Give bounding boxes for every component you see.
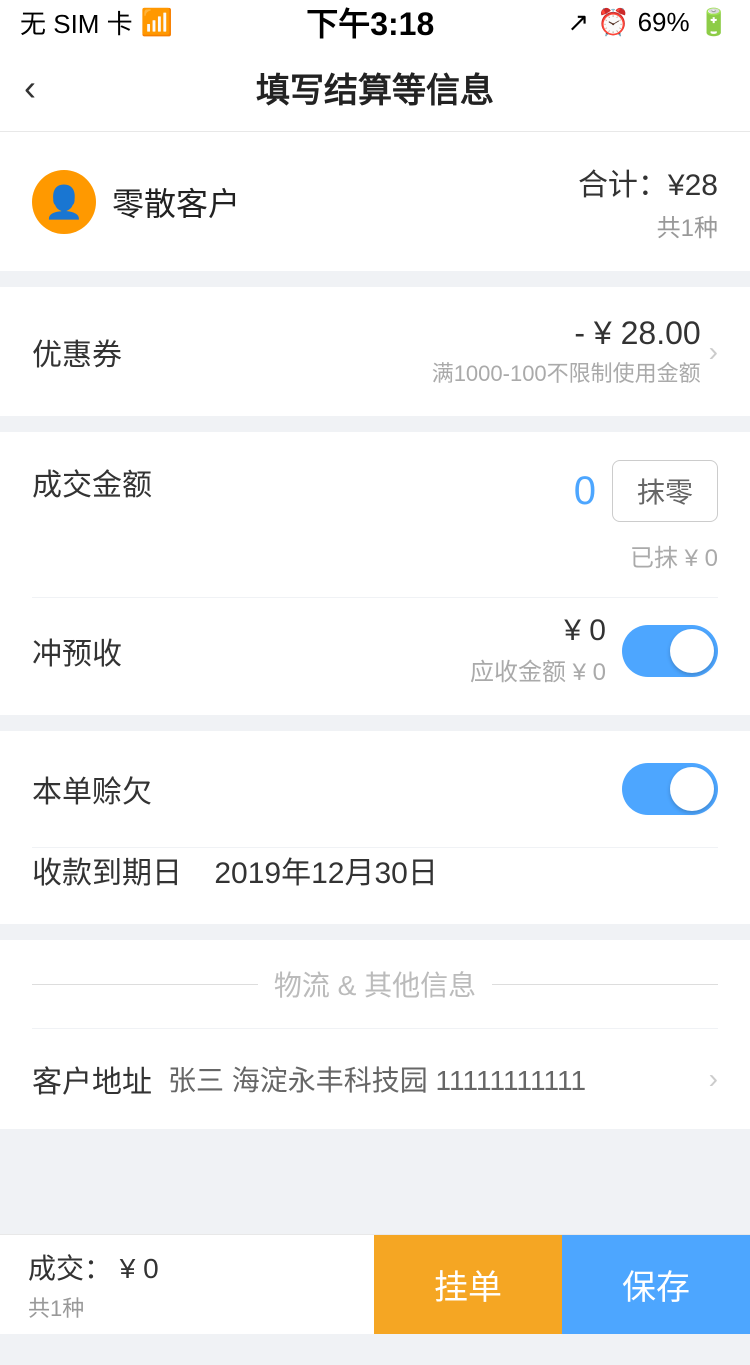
customer-section: 👤 零散客户 合计：¥28 共1种 — [0, 132, 750, 271]
transaction-value: 0 — [574, 471, 596, 511]
total-amount: 合计：¥28 — [578, 160, 718, 204]
address-row[interactable]: 客户地址 张三 海淀永丰科技园 11111111111 › — [0, 1029, 750, 1129]
due-date-label: 收款到期日 — [32, 857, 182, 890]
debt-label: 本单赊欠 — [32, 767, 152, 811]
coupon-right: - ¥ 28.00 满1000-100不限制使用金额 › — [432, 315, 718, 388]
address-label: 客户地址 — [32, 1057, 152, 1101]
coupon-row[interactable]: 优惠券 - ¥ 28.00 满1000-100不限制使用金额 › — [0, 287, 750, 416]
logistics-divider-right — [492, 984, 718, 985]
amount-section: 成交金额 0 抹零 已抹 ¥ 0 冲预收 ¥ 0 应收金额 ¥ 0 — [0, 432, 750, 715]
amount-right: 0 抹零 — [574, 460, 718, 522]
logistics-divider-left — [32, 984, 258, 985]
sim-status: 无 SIM 卡 — [20, 4, 133, 41]
total-count: 共1种 — [578, 208, 718, 243]
page-title: 填写结算等信息 — [256, 63, 494, 112]
coupon-discount: - ¥ 28.00 — [432, 315, 701, 352]
coupon-info: - ¥ 28.00 满1000-100不限制使用金额 — [432, 315, 701, 388]
coupon-section[interactable]: 优惠券 - ¥ 28.00 满1000-100不限制使用金额 › — [0, 287, 750, 416]
footer-info: 成交： ¥ 0 共1种 — [0, 1235, 374, 1334]
round-button[interactable]: 抹零 — [612, 460, 718, 522]
prereceive-desc: 应收金额 ¥ 0 — [470, 652, 606, 687]
customer-avatar: 👤 — [32, 170, 96, 234]
transaction-sub: 已抹 ¥ 0 — [0, 538, 750, 597]
alarm-icon: ⏰ — [597, 7, 629, 38]
battery-percent: 69% — [638, 7, 690, 38]
address-value: 张三 海淀永丰科技园 11111111111 — [152, 1059, 709, 1099]
footer-deal: 成交： ¥ 0 — [28, 1247, 346, 1287]
save-button[interactable]: 保存 — [562, 1235, 750, 1334]
prereceive-label: 冲预收 — [32, 629, 122, 673]
customer-row: 👤 零散客户 合计：¥28 共1种 — [0, 132, 750, 271]
transaction-label: 成交金额 — [32, 460, 152, 504]
back-button[interactable]: ‹ — [24, 67, 36, 109]
prereceive-toggle[interactable] — [622, 625, 718, 677]
prereceive-row: 冲预收 ¥ 0 应收金额 ¥ 0 — [0, 598, 750, 715]
status-right: ↗ ⏰ 69% 🔋 — [567, 7, 730, 38]
toggle-knob — [670, 629, 714, 673]
location-icon: ↗ — [567, 7, 589, 38]
logistics-section: 物流 & 其他信息 客户地址 张三 海淀永丰科技园 11111111111 › — [0, 940, 750, 1129]
status-left: 无 SIM 卡 📶 — [20, 4, 173, 41]
transaction-row: 成交金额 0 抹零 — [0, 432, 750, 538]
due-date-row: 收款到期日 2019年12月30日 — [0, 848, 750, 924]
avatar-icon: 👤 — [44, 183, 84, 221]
debt-toggle[interactable] — [622, 763, 718, 815]
customer-name: 零散客户 — [112, 179, 240, 225]
wifi-icon: 📶 — [141, 7, 173, 38]
logistics-title: 物流 & 其他信息 — [274, 964, 476, 1004]
debt-section: 本单赊欠 收款到期日 2019年12月30日 — [0, 731, 750, 924]
customer-left: 👤 零散客户 — [32, 170, 240, 234]
coupon-desc: 满1000-100不限制使用金额 — [432, 356, 701, 388]
hold-button[interactable]: 挂单 — [374, 1235, 562, 1334]
due-date-value: 2019年12月30日 — [214, 857, 437, 890]
footer-count: 共1种 — [28, 1291, 346, 1323]
customer-right: 合计：¥28 共1种 — [578, 160, 718, 243]
status-time: 下午3:18 — [306, 0, 434, 45]
debt-row: 本单赊欠 — [0, 731, 750, 847]
footer-bar: 成交： ¥ 0 共1种 挂单 保存 — [0, 1234, 750, 1334]
prereceive-right: ¥ 0 应收金额 ¥ 0 — [470, 614, 718, 687]
coupon-label: 优惠券 — [32, 330, 122, 374]
address-chevron-icon: › — [709, 1063, 718, 1095]
logistics-header: 物流 & 其他信息 — [0, 940, 750, 1028]
coupon-chevron-icon: › — [709, 336, 718, 368]
debt-toggle-knob — [670, 767, 714, 811]
battery-icon: 🔋 — [698, 7, 730, 38]
main-content: 👤 零散客户 合计：¥28 共1种 优惠券 - ¥ 28.00 满1000-10… — [0, 132, 750, 1365]
prereceive-info: ¥ 0 应收金额 ¥ 0 — [470, 614, 606, 687]
nav-bar: ‹ 填写结算等信息 — [0, 44, 750, 132]
prereceive-amount: ¥ 0 — [470, 614, 606, 648]
status-bar: 无 SIM 卡 📶 下午3:18 ↗ ⏰ 69% 🔋 — [0, 0, 750, 44]
